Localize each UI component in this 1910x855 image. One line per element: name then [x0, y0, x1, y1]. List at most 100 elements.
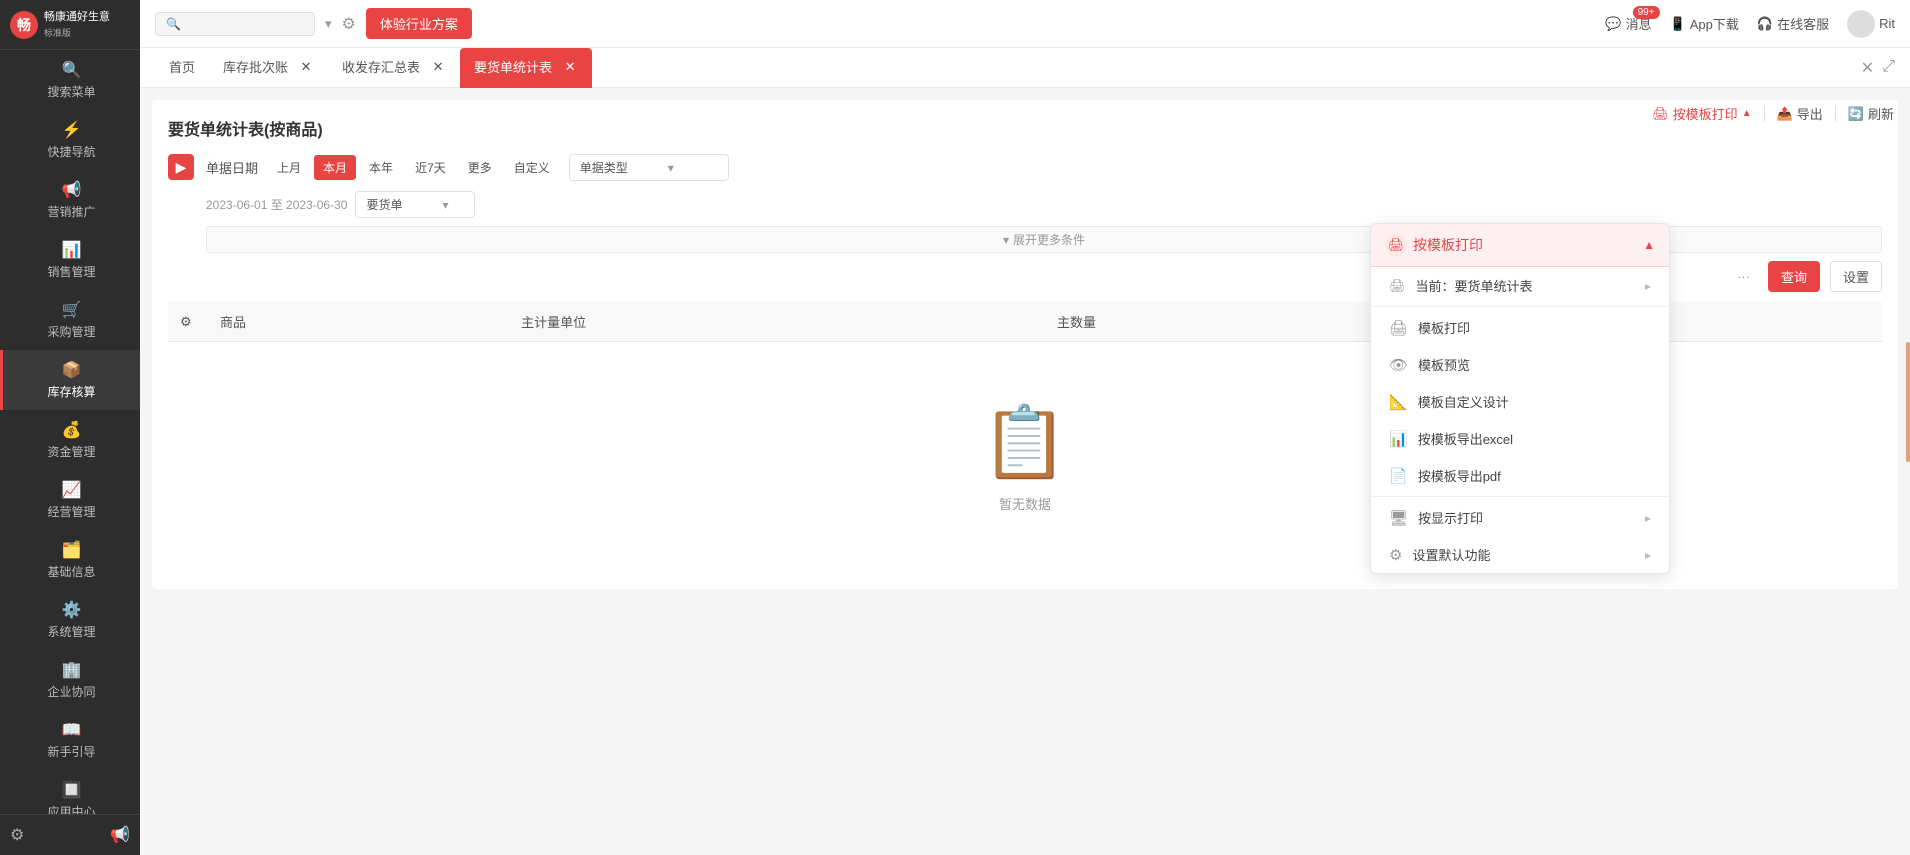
main-content: 🔍 ▾ ⚙ 体验行业方案 💬 消息 99+ 📱 App下载 🎧 在线客服 Rit [140, 0, 1910, 855]
refresh-icon: 🔄 [1848, 106, 1864, 122]
dropdown-current-left: 🖨 当前：要货单统计表 [1389, 276, 1533, 295]
sidebar-item-operation[interactable]: 📈 经营管理 [0, 470, 140, 530]
sidebar-item-search[interactable]: 🔍 搜索菜单 [0, 50, 140, 110]
type-filter-label: 单据类型 [580, 159, 628, 176]
topbar-search[interactable]: 🔍 [155, 12, 315, 36]
sidebar-settings-icon[interactable]: ⚙ [10, 825, 24, 845]
dropdown-template-preview[interactable]: 👁 模板预览 [1371, 346, 1669, 383]
topbar-right: 💬 消息 99+ 📱 App下载 🎧 在线客服 Rit [1605, 10, 1895, 38]
dropdown-template-design[interactable]: 📐 模板自定义设计 [1371, 383, 1669, 420]
sidebar-item-sales[interactable]: 📊 销售管理 [0, 230, 140, 290]
app-badge: 标准版 [44, 26, 110, 39]
order-type-dropdown[interactable]: 要货单 ▾ [355, 191, 475, 218]
tab-inventory-batch[interactable]: 库存批次账 ✕ [209, 48, 328, 88]
print-button[interactable]: 🖨 按模板打印 ▲ [1652, 104, 1751, 123]
col-product: 商品 [208, 302, 509, 342]
tab-inventory-batch-label: 库存批次账 [223, 57, 288, 76]
refresh-button[interactable]: 🔄 刷新 [1848, 104, 1894, 123]
app-download-button[interactable]: 📱 App下载 [1670, 14, 1739, 33]
tab-order-stats-label: 要货单统计表 [474, 57, 552, 76]
sidebar-item-basic[interactable]: 🗂️ 基础信息 [0, 530, 140, 590]
dropdown-collapse-btn[interactable]: ▲ [1643, 238, 1655, 252]
topbar-gear-icon[interactable]: ⚙ [342, 14, 356, 34]
sidebar-item-quick-nav[interactable]: ⚡ 快捷导航 [0, 110, 140, 170]
sidebar-purchase-label: 采购管理 [47, 323, 95, 340]
dropdown-export-pdf[interactable]: 📄 按模板导出pdf [1371, 457, 1669, 494]
user-name: Rit [1879, 16, 1895, 31]
dropdown-header: 🖨 按模板打印 ▲ [1371, 224, 1669, 267]
tab-home[interactable]: 首页 [155, 48, 209, 88]
divider-1 [1764, 106, 1765, 122]
tab-receive-summary-close[interactable]: ✕ [430, 59, 446, 75]
topbar-dropdown-icon[interactable]: ▾ [325, 16, 332, 32]
industry-button[interactable]: 体验行业方案 [366, 8, 472, 39]
sidebar-item-app-center[interactable]: 🔲 应用中心 [0, 770, 140, 814]
marketing-icon: 📢 [62, 180, 82, 200]
divider-2 [1835, 106, 1836, 122]
window-close-icon[interactable]: ✕ [1861, 58, 1874, 78]
dropdown-template-print[interactable]: 🖨 模板打印 [1371, 309, 1669, 346]
template-design-icon: 📐 [1389, 393, 1408, 411]
sidebar-item-inventory[interactable]: 📦 库存核算 [0, 350, 140, 410]
tab-order-stats-close[interactable]: ✕ [562, 59, 578, 75]
sidebar-search-label: 搜索菜单 [47, 83, 95, 100]
dropdown-current-item[interactable]: 🖨 当前：要货单统计表 ▸ [1371, 267, 1669, 304]
order-type-label: 要货单 [366, 196, 402, 213]
order-type-arrow: ▾ [442, 198, 448, 212]
more-options-btn[interactable]: ··· [1729, 265, 1758, 288]
sidebar-logo: 畅 畅康通好生意 标准版 [0, 0, 140, 50]
settings-button[interactable]: 设置 [1830, 261, 1882, 292]
tab-order-stats[interactable]: 要货单统计表 ✕ [460, 48, 592, 88]
system-icon: ⚙️ [62, 600, 82, 620]
sidebar-nav: 🔍 搜索菜单 ⚡ 快捷导航 📢 营销推广 📊 销售管理 🛒 采购管理 📦 库存核… [0, 50, 140, 814]
page-content: 要货单统计表(按商品) ▶ 单据日期 上月 本月 本年 近7天 更多 自定义 [140, 88, 1910, 855]
sidebar-item-enterprise[interactable]: 🏢 企业协同 [0, 650, 140, 710]
sidebar-item-purchase[interactable]: 🛒 采购管理 [0, 290, 140, 350]
date-prev-month-btn[interactable]: 上月 [268, 155, 310, 180]
dropdown-title: 🖨 按模板打印 [1385, 234, 1483, 256]
messages-button[interactable]: 💬 消息 99+ [1605, 14, 1651, 33]
dropdown-current-label: 当前：要货单统计表 [1416, 276, 1533, 295]
col-quantity: 主数量 [1045, 302, 1424, 342]
query-button[interactable]: 查询 [1768, 261, 1820, 292]
dropdown-divider-2 [1371, 496, 1669, 497]
sidebar-guide-label: 新手引导 [47, 743, 95, 760]
col-settings[interactable]: ⚙ [168, 302, 208, 342]
tab-receive-summary[interactable]: 收发存汇总表 ✕ [328, 48, 460, 88]
window-expand-icon[interactable]: ⤢ [1882, 58, 1895, 78]
dropdown-export-excel[interactable]: 📊 按模板导出excel [1371, 420, 1669, 457]
sidebar-item-finance[interactable]: 💰 资金管理 [0, 410, 140, 470]
expand-down-icon: ▾ [1003, 233, 1009, 247]
date-current-year-btn[interactable]: 本年 [360, 155, 402, 180]
logo-icon: 畅 [10, 11, 38, 39]
sidebar-item-marketing[interactable]: 📢 营销推广 [0, 170, 140, 230]
tab-inventory-batch-close[interactable]: ✕ [298, 59, 314, 75]
inventory-icon: 📦 [62, 360, 82, 380]
tab-receive-summary-label: 收发存汇总表 [342, 57, 420, 76]
enterprise-icon: 🏢 [62, 660, 82, 680]
date-more-btn[interactable]: 更多 [459, 155, 501, 180]
online-service-button[interactable]: 🎧 在线客服 [1757, 14, 1829, 33]
sidebar-marketing-label: 营销推广 [47, 203, 95, 220]
dropdown-display-print[interactable]: 🖥 按显示打印 ▸ [1371, 499, 1669, 536]
sidebar-item-guide[interactable]: 📖 新手引导 [0, 710, 140, 770]
sidebar-basic-label: 基础信息 [47, 563, 95, 580]
sidebar-item-system[interactable]: ⚙️ 系统管理 [0, 590, 140, 650]
dropdown-set-default[interactable]: ⚙ 设置默认功能 ▸ [1371, 536, 1669, 573]
type-filter-dropdown[interactable]: 单据类型 ▾ [569, 154, 729, 181]
dropdown-current-icon: 🖨 [1389, 278, 1406, 294]
date-7days-btn[interactable]: 近7天 [406, 155, 455, 180]
date-current-month-btn[interactable]: 本月 [314, 155, 356, 180]
scroll-indicator[interactable] [1906, 342, 1910, 462]
print-header-icon: 🖨 [1385, 234, 1407, 256]
headset-icon: 🎧 [1757, 16, 1773, 32]
date-custom-btn[interactable]: 自定义 [505, 155, 559, 180]
tabs-window-controls: ✕ ⤢ [1861, 58, 1895, 78]
avatar-img [1847, 10, 1875, 38]
sidebar-help-icon[interactable]: 📢 [110, 825, 130, 845]
user-avatar[interactable]: Rit [1847, 10, 1895, 38]
search-icon: 🔍 [62, 60, 82, 80]
export-button[interactable]: 📤 导出 [1777, 104, 1823, 123]
sidebar-quick-nav-label: 快捷导航 [47, 143, 95, 160]
filter-toggle-btn[interactable]: ▶ [168, 154, 194, 180]
